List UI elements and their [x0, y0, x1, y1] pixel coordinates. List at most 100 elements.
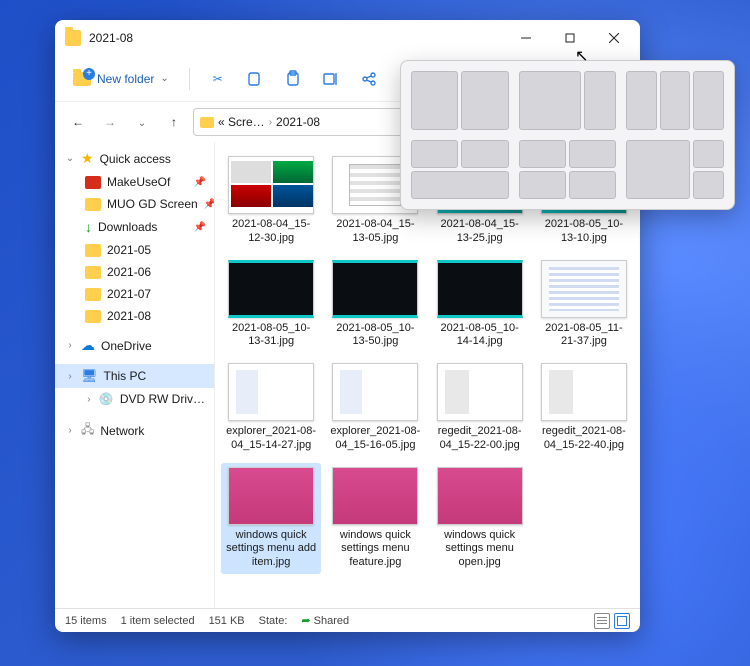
breadcrumb-seg[interactable]: « Scre… [218, 115, 265, 129]
file-item[interactable]: explorer_2021-08-04_15-14-27.jpg [221, 359, 321, 457]
file-name-label: explorer_2021-08-04_15-14-27.jpg [225, 425, 317, 453]
view-details-button[interactable] [594, 613, 610, 629]
file-thumbnail [541, 260, 627, 318]
file-item[interactable]: regedit_2021-08-04_15-22-40.jpg [534, 359, 634, 457]
snap-layout-thirds[interactable] [626, 71, 724, 130]
sidebar-network[interactable]: › 🖧 Network [55, 416, 214, 445]
snap-zone[interactable] [693, 71, 724, 130]
snap-zone[interactable] [693, 140, 724, 168]
folder-icon [65, 30, 81, 46]
file-item[interactable]: windows quick settings menu open.jpg [430, 463, 530, 574]
snap-zone[interactable] [584, 71, 616, 130]
sidebar-item-label: MUO GD Screen [107, 197, 198, 211]
snap-zone[interactable] [461, 140, 508, 168]
download-icon: ↓ [85, 219, 92, 235]
snap-zone[interactable] [411, 140, 458, 168]
folder-icon [85, 310, 101, 323]
new-folder-button[interactable]: New folder ⌄ [65, 66, 177, 92]
status-selection-size: 151 KB [209, 615, 245, 627]
file-item[interactable]: 2021-08-05_10-13-31.jpg [221, 256, 321, 354]
snap-layouts-flyout [400, 60, 735, 210]
back-button[interactable]: ← [65, 115, 91, 129]
snap-zone[interactable] [519, 71, 581, 130]
file-name-label: windows quick settings menu add item.jpg [225, 529, 317, 570]
view-thumbnails-button[interactable] [614, 613, 630, 629]
sidebar-item[interactable]: 2021-07 [55, 283, 214, 305]
file-item[interactable]: 2021-08-05_11-21-37.jpg [534, 256, 634, 354]
file-name-label: 2021-08-05_11-21-37.jpg [538, 322, 630, 350]
breadcrumb-seg[interactable]: 2021-08 [276, 115, 320, 129]
recent-locations-button[interactable]: ⌄ [129, 115, 155, 129]
snap-layout-left-stack[interactable] [411, 140, 509, 199]
snap-layout-two-thirds[interactable] [519, 71, 617, 130]
snap-zone[interactable] [411, 171, 509, 199]
sidebar-item[interactable]: ↓Downloads📌 [55, 215, 214, 239]
snap-layout-half[interactable] [411, 71, 509, 130]
close-button[interactable] [592, 22, 636, 54]
up-button[interactable]: ↑ [161, 115, 187, 129]
file-item[interactable]: windows quick settings menu feature.jpg [325, 463, 425, 574]
snap-zone[interactable] [626, 140, 690, 199]
snap-zone[interactable] [569, 171, 616, 199]
file-item[interactable]: 2021-08-04_15-12-30.jpg [221, 152, 321, 250]
sidebar-item[interactable]: 2021-06 [55, 261, 214, 283]
sidebar-item[interactable]: 2021-08 [55, 305, 214, 327]
pin-icon: 📌 [204, 199, 214, 210]
file-list[interactable]: 2021-08-04_15-12-30.jpg2021-08-04_15-13-… [215, 142, 640, 608]
status-bar: 15 items 1 item selected 151 KB State: ➦… [55, 608, 640, 632]
sidebar-quick-access[interactable]: ⌄ ★ Quick access [55, 146, 214, 171]
chevron-right-icon[interactable]: › [269, 117, 272, 128]
title-bar[interactable]: 2021-08 [55, 20, 640, 56]
share-button[interactable] [352, 64, 386, 94]
expand-icon[interactable]: › [65, 425, 75, 436]
expand-icon[interactable]: › [65, 371, 75, 382]
sidebar-item[interactable]: 2021-05 [55, 239, 214, 261]
snap-zone[interactable] [411, 71, 458, 130]
snap-zone[interactable] [569, 140, 616, 168]
sidebar-onedrive[interactable]: › ☁ OneDrive [55, 333, 214, 358]
rename-button[interactable] [314, 64, 348, 94]
sidebar-dvd-drive[interactable]: › 💿 DVD RW Drive (D:) A [55, 388, 214, 410]
file-name-label: 2021-08-05_10-14-14.jpg [434, 322, 526, 350]
sidebar-item[interactable]: MakeUseOf📌 [55, 171, 214, 193]
copy-button[interactable] [238, 64, 272, 94]
sidebar-this-pc[interactable]: › 🖥 This PC [55, 364, 214, 388]
snap-zone[interactable] [519, 171, 566, 199]
file-item[interactable]: windows quick settings menu add item.jpg [221, 463, 321, 574]
snap-layout-right-stack[interactable] [626, 140, 724, 199]
snap-zone[interactable] [660, 71, 691, 130]
sidebar-item[interactable]: MUO GD Screen 📌 [55, 193, 214, 215]
forward-button[interactable]: → [97, 115, 123, 129]
shared-icon: ➦ [301, 614, 310, 627]
onedrive-icon: ☁ [81, 337, 95, 354]
expand-icon[interactable]: ⌄ [65, 153, 75, 164]
maximize-button[interactable] [548, 22, 592, 54]
folder-icon [85, 244, 101, 257]
file-item[interactable]: 2021-08-05_10-14-14.jpg [430, 256, 530, 354]
expand-icon[interactable]: › [65, 340, 75, 351]
file-thumbnail [332, 260, 418, 318]
file-thumbnail [437, 467, 523, 525]
snap-zone[interactable] [519, 140, 566, 168]
snap-zone[interactable] [461, 71, 508, 130]
cut-button[interactable]: ✂ [202, 65, 234, 93]
pc-icon: 🖥 [81, 368, 98, 384]
snap-layout-quad[interactable] [519, 140, 617, 199]
snap-zone[interactable] [693, 171, 724, 199]
folder-icon [85, 198, 101, 211]
file-name-label: 2021-08-05_10-13-50.jpg [329, 322, 421, 350]
expand-icon[interactable]: › [85, 394, 93, 405]
file-thumbnail [332, 467, 418, 525]
folder-icon [85, 266, 101, 279]
file-item[interactable]: regedit_2021-08-04_15-22-00.jpg [430, 359, 530, 457]
paste-button[interactable] [276, 64, 310, 94]
file-item[interactable]: explorer_2021-08-04_15-16-05.jpg [325, 359, 425, 457]
minimize-button[interactable] [504, 22, 548, 54]
snap-zone[interactable] [626, 71, 657, 130]
sidebar-item-label: 2021-08 [107, 309, 151, 323]
file-name-label: regedit_2021-08-04_15-22-00.jpg [434, 425, 526, 453]
sidebar-item-label: 2021-05 [107, 243, 151, 257]
sidebar-item-label: MakeUseOf [107, 175, 170, 189]
star-icon: ★ [81, 150, 94, 167]
file-item[interactable]: 2021-08-05_10-13-50.jpg [325, 256, 425, 354]
